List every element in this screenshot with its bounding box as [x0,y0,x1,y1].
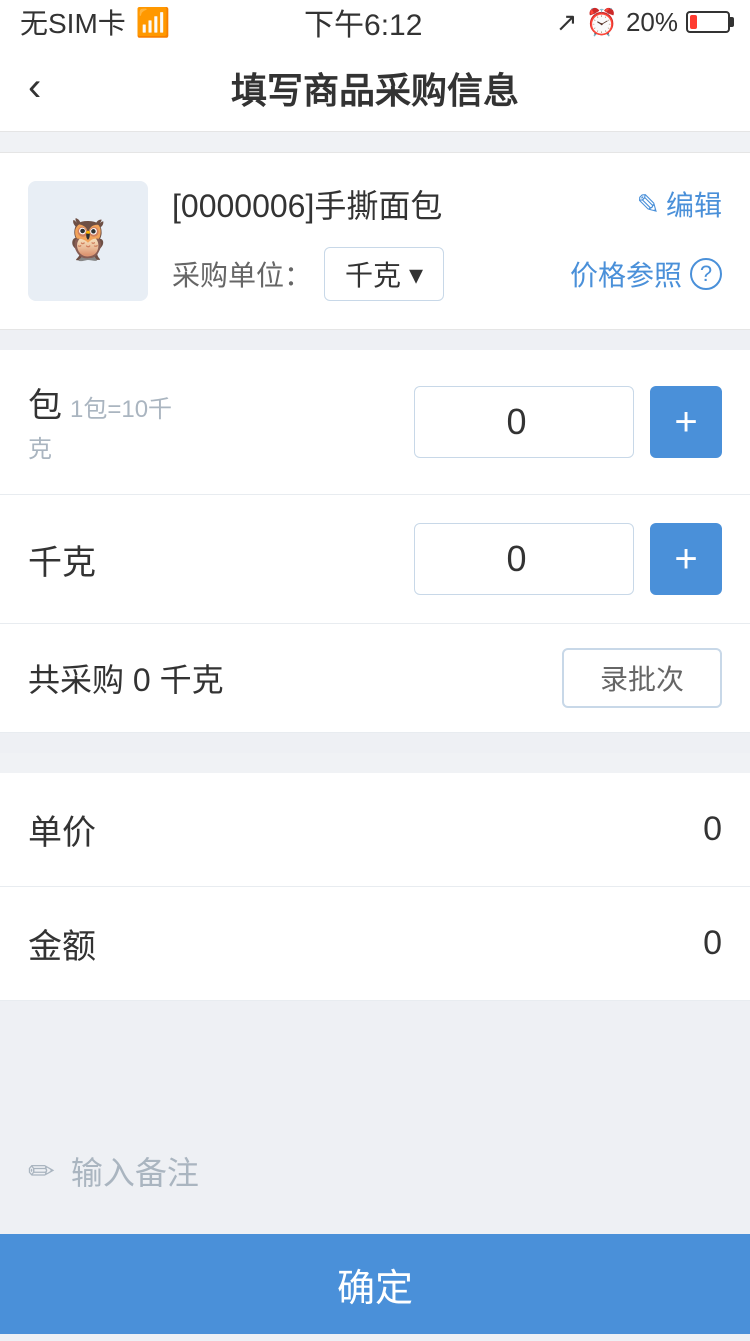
amount-label: 金额 [28,919,96,968]
bag-quantity-input[interactable] [414,386,634,458]
product-header: [0000006]手撕面包 ✎ 编辑 [172,181,722,227]
battery-indicator [686,11,730,33]
product-card: 🦉 [0000006]手撕面包 ✎ 编辑 采购单位： 千克 ▾ 价格参照 ? [0,152,750,330]
carrier-label: 无SIM卡 [20,2,126,42]
unit-label: 采购单位： 千克 ▾ [172,247,444,301]
product-unit-row: 采购单位： 千克 ▾ 价格参照 ? [172,247,722,301]
unit-label-text: 采购单位： [172,254,312,294]
product-info: [0000006]手撕面包 ✎ 编辑 采购单位： 千克 ▾ 价格参照 ? [172,181,722,301]
kg-plus-button[interactable]: + [650,523,722,595]
kg-label: 千克 [28,535,188,584]
pencil-icon: ✏ [28,1152,55,1190]
edit-label: 编辑 [666,184,722,224]
kg-quantity-input[interactable] [414,523,634,595]
edit-icon: ✎ [637,188,660,221]
batch-button[interactable]: 录批次 [562,648,722,708]
summary-row: 共采购 0 千克 录批次 [0,624,750,733]
unit-dropdown-icon: ▾ [409,258,423,291]
kg-input-row: 千克 + [0,495,750,624]
unit-select[interactable]: 千克 ▾ [324,247,444,301]
location-icon: ↗ [556,7,578,38]
unit-price-row: 单价 0 [0,773,750,887]
help-icon: ? [690,258,722,290]
amount-row: 金额 0 [0,887,750,1001]
edit-button[interactable]: ✎ 编辑 [637,184,722,224]
status-bar: 无SIM卡 📶 下午6:12 ↗ ⏰ 20% [0,0,750,44]
bag-input-row: 包1包=10千克 + [0,350,750,495]
kg-input-wrap: + [188,523,722,595]
section-divider-2 [0,733,750,753]
price-section: 单价 0 金额 0 [0,773,750,1001]
back-button[interactable]: ‹ [28,65,41,110]
page-title: 填写商品采购信息 [231,62,519,114]
product-logo-icon: 🦉 [63,216,113,263]
summary-text: 共采购 0 千克 [28,655,224,701]
wifi-icon: 📶 [136,6,171,39]
alarm-icon: ⏰ [586,7,618,38]
battery-percent: 20% [626,7,678,38]
product-name: [0000006]手撕面包 [172,181,442,227]
bag-plus-button[interactable]: + [650,386,722,458]
bag-label: 包1包=10千克 [28,378,188,466]
price-ref-button[interactable]: 价格参照 ? [570,254,722,294]
unit-price-label: 单价 [28,805,96,854]
section-divider-1 [0,330,750,350]
product-image: 🦉 [28,181,148,301]
bag-input-wrap: + [188,386,722,458]
unit-price-value: 0 [703,810,722,849]
price-ref-label: 价格参照 [570,254,682,294]
confirm-button[interactable]: 确定 [0,1234,750,1334]
nav-bar: ‹ 填写商品采购信息 [0,44,750,132]
notes-placeholder: 输入备注 [71,1148,199,1194]
status-time: 下午6:12 [304,0,422,44]
input-section: 包1包=10千克 + 千克 + 共采购 0 千克 录批次 [0,350,750,733]
status-left: 无SIM卡 📶 [20,2,171,42]
amount-value: 0 [703,924,722,963]
unit-value: 千克 [345,254,401,294]
status-right: ↗ ⏰ 20% [556,7,730,38]
